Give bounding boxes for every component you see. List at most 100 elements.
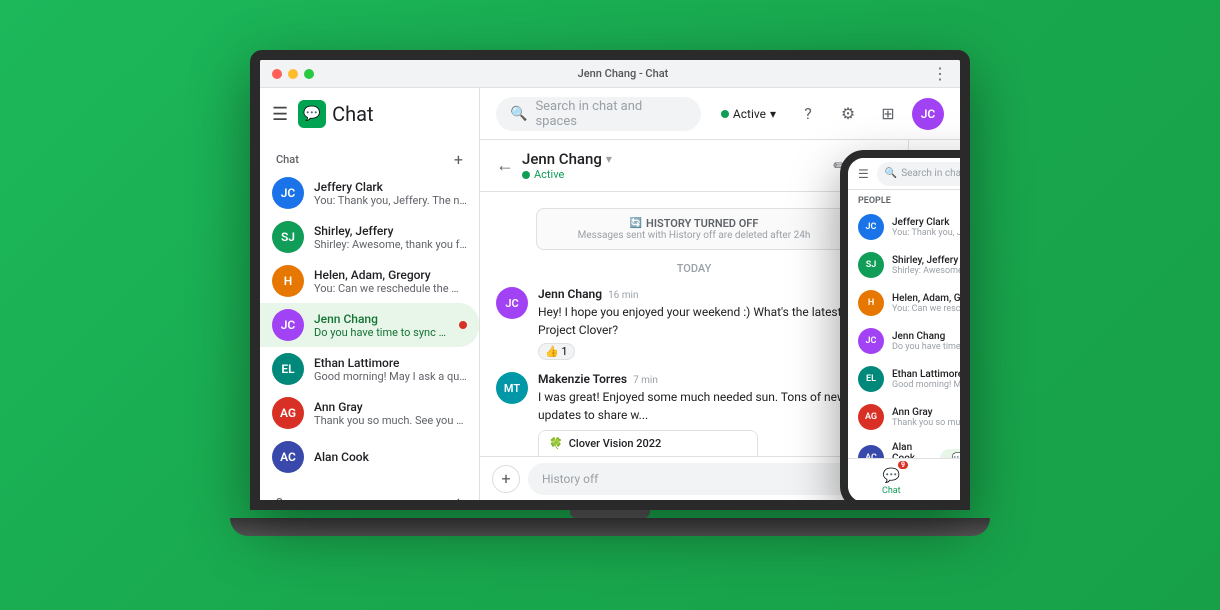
message-text: I was great! Enjoyed some much needed su… <box>538 388 892 424</box>
avatar: EL <box>272 353 304 385</box>
settings-button[interactable]: ⚙ <box>832 98 864 130</box>
phone-item-content: Ann Gray Thank you so much. See you ther… <box>892 407 970 428</box>
phone-item-preview: Shirley: Awesome, thank you for the... <box>892 266 970 276</box>
traffic-light-close[interactable] <box>272 69 282 79</box>
phone-item-content: Helen, Adam, Gregory You: Can we resched… <box>892 293 970 314</box>
chat-section-header: Chat + <box>260 144 479 171</box>
message-sender: Makenzie Torres <box>538 372 627 386</box>
phone-chat-item[interactable]: SJ Shirley, Jeffery Shirley: Awesome, th… <box>848 246 970 284</box>
phone-item-name: Ann Gray <box>892 407 970 418</box>
chat-input-placeholder: History off <box>542 472 598 486</box>
avatar: JC <box>272 177 304 209</box>
phone-item-content: Jeffery Clark You: Thank you, Jeffery. T… <box>892 217 970 238</box>
new-chat-button[interactable]: 💬 New chat <box>940 449 970 459</box>
chat-section: Chat + JC Jeffery Clark You: Thank you, … <box>260 140 479 483</box>
sidebar-item-shirley-jeffery[interactable]: SJ Shirley, Jeffery Shirley: Awesome, th… <box>260 215 479 259</box>
message-row: JC Jenn Chang 16 min Hey! I hope you enj… <box>496 287 892 360</box>
chat-tab-icon: 💬 <box>883 468 900 484</box>
phone-item-preview: Do you have time to sync tomorrow mor... <box>892 342 970 352</box>
traffic-light-minimize[interactable] <box>288 69 298 79</box>
help-button[interactable]: ? <box>792 98 824 130</box>
laptop-base <box>230 518 990 536</box>
chat-header-info: Jenn Chang ▾ Active <box>522 150 816 181</box>
chat-item-content: Helen, Adam, Gregory You: Can we resched… <box>314 268 467 295</box>
window-menu-icon[interactable]: ⋮ <box>932 64 948 83</box>
top-bar: 🔍 Search in chat and spaces Active ▾ ? ⚙ <box>480 88 960 140</box>
spaces-section: Spaces + 🍀 Project Clover ⚡ <box>260 483 479 500</box>
chat-item-name: Shirley, Jeffery <box>314 224 467 238</box>
traffic-light-maximize[interactable] <box>304 69 314 79</box>
phone-chat-item[interactable]: JC Jeffery Clark You: Thank you, Jeffery… <box>848 208 970 246</box>
message-meta: Jenn Chang 16 min <box>538 287 892 301</box>
phone-item-name: Ethan Lattimore <box>892 369 970 380</box>
sidebar-item-helen-adam-gregory[interactable]: H Helen, Adam, Gregory You: Can we resch… <box>260 259 479 303</box>
phone-avatar: JC <box>858 328 884 354</box>
user-avatar[interactable]: JC <box>912 98 944 130</box>
status-caret: ▾ <box>770 107 776 121</box>
phone-item-preview: You: Thank you, Jeffery. The newe... <box>892 228 970 238</box>
chat-item-preview: Good morning! May I ask a question? <box>314 370 467 383</box>
sidebar-item-jenn-chang[interactable]: JC Jenn Chang Do you have time to sync t… <box>260 303 479 347</box>
add-chat-button[interactable]: + <box>454 150 463 169</box>
status-dot <box>522 171 530 179</box>
message-time: 16 min <box>608 290 638 301</box>
status-indicator[interactable]: Active ▾ <box>713 103 784 125</box>
window-title: Jenn Chang - Chat <box>320 67 926 80</box>
chat-name-caret[interactable]: ▾ <box>606 152 612 166</box>
add-space-button[interactable]: + <box>454 493 463 500</box>
chat-item-content: Alan Cook <box>314 450 467 464</box>
avatar: H <box>272 265 304 297</box>
phone-chat-item[interactable]: JC Jenn Chang Do you have time to sync t… <box>848 322 970 360</box>
chat-item-name: Jeffery Clark <box>314 180 467 194</box>
sidebar-item-ann-gray[interactable]: AG Ann Gray Thank you so much. See you t… <box>260 391 479 435</box>
chat-add-button[interactable]: + <box>492 465 520 493</box>
chat-item-name: Jenn Chang <box>314 312 449 326</box>
message-content: Jenn Chang 16 min Hey! I hope you enjoye… <box>538 287 892 360</box>
date-divider: TODAY <box>496 262 892 275</box>
spaces-tab-label: Spaces <box>969 486 970 496</box>
back-button[interactable]: ← <box>496 155 514 176</box>
phone-tab-chat[interactable]: 💬 9 Chat <box>882 465 901 496</box>
chat-item-content: Jeffery Clark You: Thank you, Jeffery. T… <box>314 180 467 207</box>
phone-chat-item[interactable]: AG Ann Gray Thank you so much. See you t… <box>848 398 970 436</box>
chat-section-label: Chat <box>276 153 299 166</box>
message-reaction[interactable]: 👍 1 <box>538 343 575 360</box>
phone-chat-item[interactable]: AC Alan Cook Have you seen that Jack ach… <box>848 436 970 458</box>
chat-logo: 💬 Chat <box>298 100 373 128</box>
phone-chat-item[interactable]: H Helen, Adam, Gregory You: Can we resch… <box>848 284 970 322</box>
title-bar: Jenn Chang - Chat ⋮ <box>260 60 960 88</box>
shared-card-header: 🍀 Clover Vision 2022 <box>539 431 757 456</box>
avatar: JC <box>496 287 528 319</box>
card-title: Clover Vision 2022 <box>569 437 662 450</box>
search-bar[interactable]: 🔍 Search in chat and spaces <box>496 97 701 131</box>
chat-item-name: Ethan Lattimore <box>314 356 467 370</box>
phone-avatar: H <box>858 290 884 316</box>
sidebar-item-alan-cook[interactable]: AC Alan Cook <box>260 435 479 479</box>
chat-item-preview: Do you have time to sync tomorrow morn..… <box>314 326 449 339</box>
sidebar-header: ☰ 💬 Chat <box>260 88 479 140</box>
message-content: Makenzie Torres 7 min I was great! Enjoy… <box>538 372 892 456</box>
sidebar-item-jeffery-clark[interactable]: JC Jeffery Clark You: Thank you, Jeffery… <box>260 171 479 215</box>
search-input[interactable]: Search in chat and spaces <box>535 99 686 129</box>
chat-item-name: Alan Cook <box>314 450 467 464</box>
message-row: MT Makenzie Torres 7 min I was great! En… <box>496 372 892 456</box>
status-dot <box>721 110 729 118</box>
phone-avatar: EL <box>858 366 884 392</box>
phone-search-bar[interactable]: 🔍 Search in chat <box>877 162 970 186</box>
phone-item-name: Jenn Chang <box>892 331 970 342</box>
phone-tab-spaces[interactable]: 🏠 26 Spaces <box>969 465 970 496</box>
phone-chat-item[interactable]: EL Ethan Lattimore Good morning! May I a… <box>848 360 970 398</box>
hamburger-menu-icon[interactable]: ☰ <box>272 104 288 125</box>
avatar: AG <box>272 397 304 429</box>
grid-button[interactable]: ⊞ <box>872 98 904 130</box>
phone-top-bar: ☰ 🔍 Search in chat JC <box>848 158 970 190</box>
phone-bottom-bar: 💬 9 Chat 🏠 26 Spaces <box>848 458 970 502</box>
sidebar-item-ethan-lattimore[interactable]: EL Ethan Lattimore Good morning! May I a… <box>260 347 479 391</box>
status-label: Active <box>733 107 766 121</box>
spaces-section-label: Spaces <box>276 496 312 500</box>
spaces-section-header: Spaces + <box>260 487 479 500</box>
message-meta: Makenzie Torres 7 min <box>538 372 892 386</box>
phone-item-content: Ethan Lattimore Good morning! May I ask … <box>892 369 970 390</box>
shared-card[interactable]: 🍀 Clover Vision 2022 2022+ CloverVision <box>538 430 758 456</box>
avatar: JC <box>272 309 304 341</box>
